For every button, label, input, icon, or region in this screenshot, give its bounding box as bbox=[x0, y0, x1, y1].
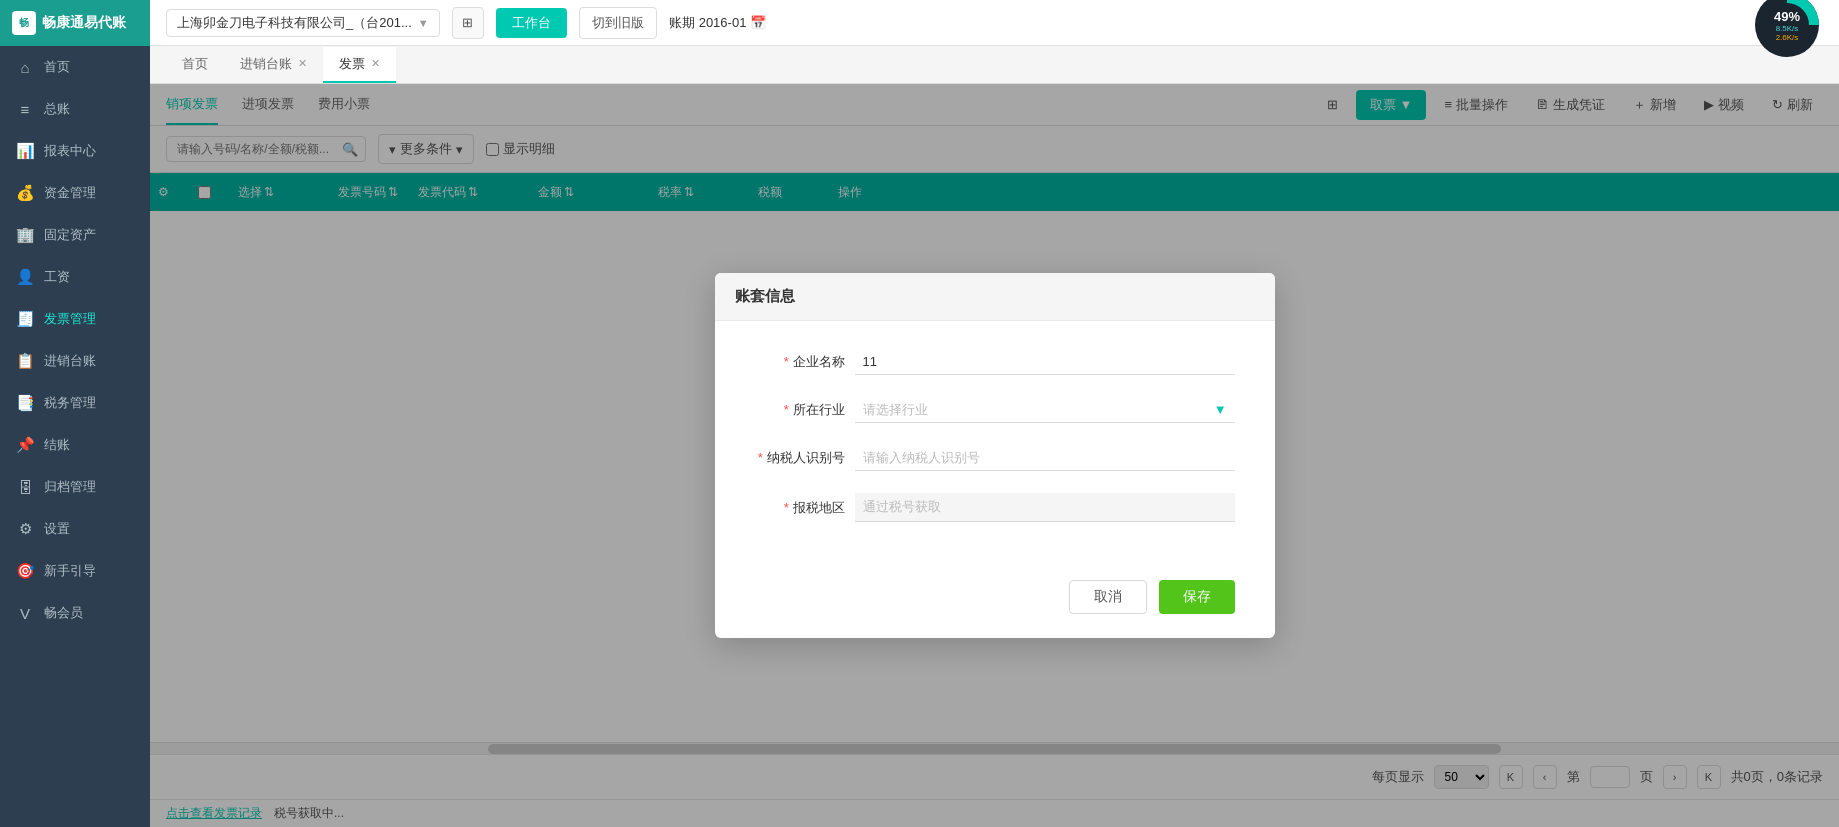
guide-icon: 🎯 bbox=[16, 562, 34, 580]
sidebar-item-label: 报表中心 bbox=[44, 142, 96, 160]
sidebar-item-label: 发票管理 bbox=[44, 310, 96, 328]
sidebar-item-label: 新手引导 bbox=[44, 562, 96, 580]
sidebar-item-label: 工资 bbox=[44, 268, 70, 286]
tax-id-label: 纳税人识别号 bbox=[755, 449, 855, 467]
period-label: 账期 2016-01 📅 bbox=[669, 14, 767, 32]
tab-bar: 首页 进销台账 ✕ 发票 ✕ bbox=[150, 46, 1839, 84]
sidebar-item-label: 归档管理 bbox=[44, 478, 96, 496]
modal-body: 企业名称 所在行业 ▼ 请选择行业 bbox=[715, 321, 1275, 564]
tax-icon: 📑 bbox=[16, 394, 34, 412]
tab-home-label: 首页 bbox=[182, 55, 208, 73]
main-content: 上海卯金刀电子科技有限公司_（台201... ▼ ⊞ 工作台 切到旧版 账期 2… bbox=[150, 0, 1839, 827]
ledger-icon: ≡ bbox=[16, 101, 34, 118]
tab-purchase-sales-close-icon[interactable]: ✕ bbox=[298, 57, 307, 70]
sidebar-item-label: 资金管理 bbox=[44, 184, 96, 202]
page-content: 销项发票 进项发票 费用小票 ⊞ 取票 ▼ ≡ bbox=[150, 84, 1839, 827]
checkout-icon: 📌 bbox=[16, 436, 34, 454]
finance-icon: 💰 bbox=[16, 184, 34, 202]
calendar-icon[interactable]: 📅 bbox=[750, 15, 766, 30]
tax-region-display: 通过税号获取 bbox=[855, 493, 1235, 522]
sidebar-item-label: 设置 bbox=[44, 520, 70, 538]
sidebar-item-label: 税务管理 bbox=[44, 394, 96, 412]
account-info-modal: 账套信息 企业名称 所在行业 bbox=[715, 273, 1275, 638]
payroll-icon: 👤 bbox=[16, 268, 34, 286]
sidebar-item-label: 总账 bbox=[44, 100, 70, 118]
app-name: 畅康通易代账 bbox=[42, 14, 126, 32]
sidebar-item-purchase-sales[interactable]: 📋 进销台账 bbox=[0, 340, 150, 382]
sidebar-item-tax[interactable]: 📑 税务管理 bbox=[0, 382, 150, 424]
invoice-icon: 🧾 bbox=[16, 310, 34, 328]
sidebar-item-archive[interactable]: 🗄 归档管理 bbox=[0, 466, 150, 508]
sidebar-item-label: 结账 bbox=[44, 436, 70, 454]
company-name: 上海卯金刀电子科技有限公司_（台201... bbox=[177, 14, 412, 32]
tab-purchase-sales-label: 进销台账 bbox=[240, 55, 292, 73]
settings-icon: ⚙ bbox=[16, 520, 34, 538]
home-icon: ⌂ bbox=[16, 59, 34, 76]
topbar: 上海卯金刀电子科技有限公司_（台201... ▼ ⊞ 工作台 切到旧版 账期 2… bbox=[150, 0, 1839, 46]
industry-label: 所在行业 bbox=[755, 401, 855, 419]
save-button[interactable]: 保存 bbox=[1159, 580, 1235, 614]
speed-indicator: 49% 8.5K/s 2.6K/s bbox=[1751, 0, 1823, 61]
industry-chevron-icon: ▼ bbox=[1214, 402, 1227, 417]
sidebar-item-finance[interactable]: 💰 资金管理 bbox=[0, 172, 150, 214]
sidebar: 畅 畅康通易代账 ⌂ 首页 ≡ 总账 📊 报表中心 💰 资金管理 🏢 固定资产 … bbox=[0, 0, 150, 827]
tax-id-input[interactable] bbox=[855, 445, 1235, 471]
tab-purchase-sales[interactable]: 进销台账 ✕ bbox=[224, 47, 323, 83]
sidebar-item-label: 首页 bbox=[44, 58, 70, 76]
industry-select[interactable] bbox=[863, 402, 1227, 417]
speed-text: 49% 8.5K/s 2.6K/s bbox=[1774, 8, 1800, 41]
sidebar-item-checkout[interactable]: 📌 结账 bbox=[0, 424, 150, 466]
sidebar-item-guide[interactable]: 🎯 新手引导 bbox=[0, 550, 150, 592]
company-name-input[interactable] bbox=[855, 349, 1235, 375]
company-icon-button[interactable]: ⊞ bbox=[452, 7, 484, 39]
switch-old-button[interactable]: 切到旧版 bbox=[579, 7, 657, 39]
tax-id-row: 纳税人识别号 bbox=[755, 445, 1235, 471]
modal-overlay: 账套信息 企业名称 所在行业 bbox=[150, 84, 1839, 827]
tax-region-row: 报税地区 通过税号获取 bbox=[755, 493, 1235, 522]
purchase-sales-icon: 📋 bbox=[16, 352, 34, 370]
assets-icon: 🏢 bbox=[16, 226, 34, 244]
industry-row: 所在行业 ▼ 请选择行业 bbox=[755, 397, 1235, 423]
sidebar-item-home[interactable]: ⌂ 首页 bbox=[0, 46, 150, 88]
sidebar-item-label: 进销台账 bbox=[44, 352, 96, 370]
sidebar-item-vip[interactable]: V 畅会员 bbox=[0, 592, 150, 634]
workbench-button[interactable]: 工作台 bbox=[496, 8, 567, 38]
period-value: 2016-01 bbox=[699, 15, 747, 30]
tab-invoice-label: 发票 bbox=[339, 55, 365, 73]
vip-icon: V bbox=[16, 605, 34, 622]
sidebar-item-assets[interactable]: 🏢 固定资产 bbox=[0, 214, 150, 256]
app-logo: 畅 畅康通易代账 bbox=[0, 0, 150, 46]
company-chevron-icon: ▼ bbox=[418, 17, 429, 29]
company-selector[interactable]: 上海卯金刀电子科技有限公司_（台201... ▼ bbox=[166, 9, 440, 37]
modal-title: 账套信息 bbox=[735, 287, 795, 304]
sidebar-item-settings[interactable]: ⚙ 设置 bbox=[0, 508, 150, 550]
logo-icon: 畅 bbox=[12, 11, 36, 35]
topbar-right: 49% 8.5K/s 2.6K/s bbox=[1751, 0, 1823, 61]
company-name-row: 企业名称 bbox=[755, 349, 1235, 375]
sidebar-item-label: 固定资产 bbox=[44, 226, 96, 244]
tab-invoice-close-icon[interactable]: ✕ bbox=[371, 57, 380, 70]
reports-icon: 📊 bbox=[16, 142, 34, 160]
tab-home[interactable]: 首页 bbox=[166, 47, 224, 83]
period-text: 账期 bbox=[669, 14, 695, 32]
sidebar-item-ledger[interactable]: ≡ 总账 bbox=[0, 88, 150, 130]
cancel-button[interactable]: 取消 bbox=[1069, 580, 1147, 614]
sidebar-item-payroll[interactable]: 👤 工资 bbox=[0, 256, 150, 298]
company-name-label: 企业名称 bbox=[755, 353, 855, 371]
archive-icon: 🗄 bbox=[16, 479, 34, 496]
sidebar-item-reports[interactable]: 📊 报表中心 bbox=[0, 130, 150, 172]
industry-select-wrap[interactable]: ▼ 请选择行业 bbox=[855, 397, 1235, 423]
modal-footer: 取消 保存 bbox=[715, 564, 1275, 638]
tab-invoice[interactable]: 发票 ✕ bbox=[323, 47, 396, 83]
company-detail-icon: ⊞ bbox=[462, 15, 473, 30]
modal-header: 账套信息 bbox=[715, 273, 1275, 321]
sidebar-item-invoice[interactable]: 🧾 发票管理 bbox=[0, 298, 150, 340]
tax-region-label: 报税地区 bbox=[755, 499, 855, 517]
sidebar-item-label: 畅会员 bbox=[44, 604, 83, 622]
